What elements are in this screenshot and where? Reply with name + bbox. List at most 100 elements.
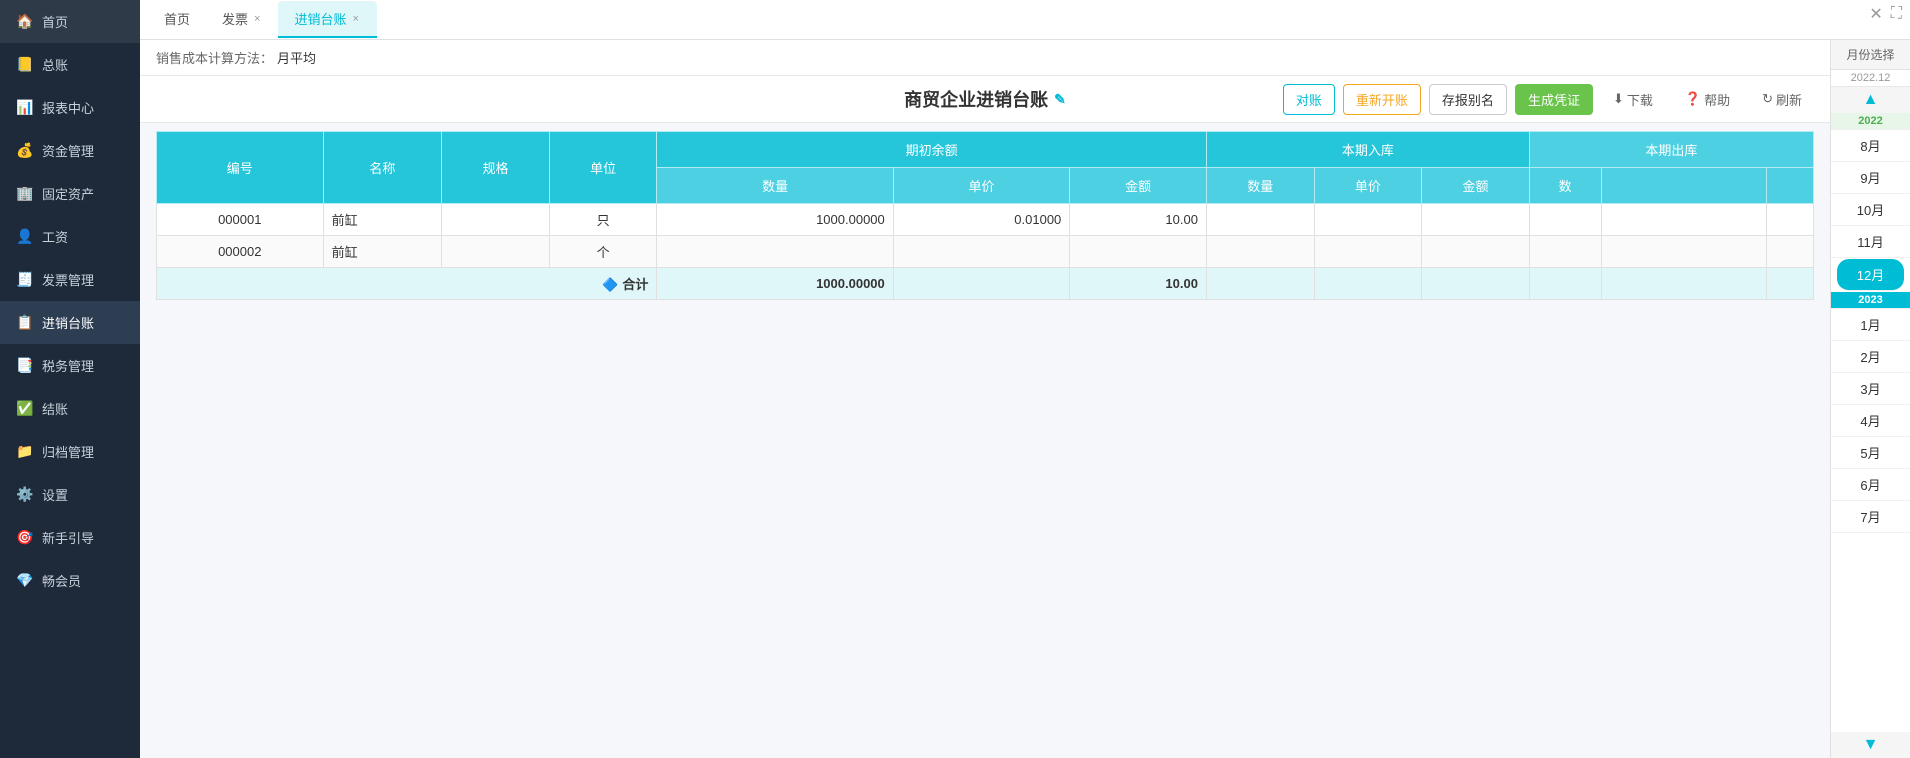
help-label: 帮助 bbox=[1704, 90, 1730, 109]
sidebar-icon-settings: ⚙️ bbox=[16, 486, 34, 503]
reconcile-button[interactable]: 对账 bbox=[1283, 84, 1335, 115]
page: 销售成本计算方法： 月平均 商贸企业进销台账 ✎ 对账 重新开账 存报别名 生成… bbox=[140, 40, 1830, 758]
tab-close-invoice[interactable]: × bbox=[252, 13, 262, 25]
sidebar-label-guide: 新手引导 bbox=[42, 528, 94, 547]
sidebar-item-assets[interactable]: 🏢 固定资产 bbox=[0, 172, 140, 215]
cell-spec bbox=[442, 236, 550, 268]
month-item-2022-9月[interactable]: 9月 bbox=[1831, 162, 1910, 194]
month-item-2023-6月[interactable]: 6月 bbox=[1831, 469, 1910, 501]
toolbar-right: 对账 重新开账 存报别名 生成凭证 ⬇ 下载 ❓ 帮助 ↻ 刷新 bbox=[1283, 84, 1814, 115]
tab-close-purchase_sales[interactable]: × bbox=[350, 13, 360, 25]
sidebar-item-invoice_mgmt[interactable]: 🧾发票管理 bbox=[0, 258, 140, 301]
sidebar-icon-tax: 📑 bbox=[16, 357, 34, 374]
cell-amount-begin bbox=[1070, 236, 1207, 268]
cell-qty-begin bbox=[657, 236, 893, 268]
page-title-area: 商贸企业进销台账 ✎ bbox=[904, 86, 1066, 112]
sidebar-item-purchase_sales[interactable]: 📋进销台账 bbox=[0, 301, 140, 344]
cell-amount-begin: 10.00 bbox=[1070, 204, 1207, 236]
sidebar-item-ledger[interactable]: 📒总账 bbox=[0, 43, 140, 86]
tab-bar: 首页发票×进销台账× bbox=[140, 0, 1910, 40]
total-price-begin bbox=[893, 268, 1070, 300]
sidebar-item-settings[interactable]: ⚙️设置 bbox=[0, 473, 140, 516]
month-scroll-up-button[interactable]: ▲ bbox=[1831, 87, 1910, 113]
cell-name: 前缸 bbox=[323, 204, 442, 236]
total-amount-in bbox=[1422, 268, 1530, 300]
sidebar-icon-funds: 💰 bbox=[16, 142, 34, 159]
table-row: 000001 前缸 只 1000.00000 0.01000 10.00 bbox=[157, 204, 1814, 236]
cell-qty-begin: 1000.00000 bbox=[657, 204, 893, 236]
sub-header-price-in: 单价 bbox=[1314, 168, 1422, 204]
sidebar-item-reports[interactable]: 📊报表中心 bbox=[0, 86, 140, 129]
cell-amount-out bbox=[1767, 204, 1814, 236]
sidebar: 🏠首页📒总账📊报表中心 💰 资金管理 🏢 固定资产 👤工资🧾发票管理📋进销台账 📑 税务管理 ✅… bbox=[0, 0, 140, 758]
month-list: 20228月9月10月11月12月20231月2月3月4月5月6月7月 bbox=[1831, 113, 1910, 732]
sidebar-item-payroll[interactable]: 👤工资 bbox=[0, 215, 140, 258]
tab-label-home: 首页 bbox=[164, 9, 190, 28]
sidebar-item-guide[interactable]: 🎯 新手引导 bbox=[0, 516, 140, 559]
month-item-2022-11月[interactable]: 11月 bbox=[1831, 226, 1910, 258]
sidebar-item-tax[interactable]: 📑 税务管理 bbox=[0, 344, 140, 387]
sidebar-label-assets: 固定资产 bbox=[42, 184, 94, 203]
sidebar-label-ledger: 总账 bbox=[42, 55, 68, 74]
month-item-2023-7月[interactable]: 7月 bbox=[1831, 501, 1910, 533]
sidebar-icon-purchase_sales: 📋 bbox=[16, 314, 34, 331]
sidebar-label-funds: 资金管理 bbox=[42, 141, 94, 160]
edit-title-icon[interactable]: ✎ bbox=[1054, 91, 1066, 108]
cell-amount-out bbox=[1767, 236, 1814, 268]
month-item-2022-12月[interactable]: 12月 bbox=[1837, 259, 1904, 291]
cell-price-begin bbox=[893, 236, 1070, 268]
month-item-2023-3月[interactable]: 3月 bbox=[1831, 373, 1910, 405]
tab-home[interactable]: 首页 bbox=[148, 1, 206, 38]
sidebar-icon-guide: 🎯 bbox=[16, 529, 34, 546]
tab-invoice[interactable]: 发票 × bbox=[206, 1, 278, 38]
month-item-2023-4月[interactable]: 4月 bbox=[1831, 405, 1910, 437]
col-header-unit: 单位 bbox=[549, 132, 657, 204]
sidebar-label-invoice_mgmt: 发票管理 bbox=[42, 270, 94, 289]
sub-header-price-begin: 单价 bbox=[893, 168, 1070, 204]
cell-qty-in bbox=[1206, 236, 1314, 268]
month-item-2023-1月[interactable]: 1月 bbox=[1831, 309, 1910, 341]
month-panel: 月份选择 2022.12 ▲ 20228月9月10月11月12月20231月2月… bbox=[1830, 40, 1910, 758]
generate-voucher-button[interactable]: 生成凭证 bbox=[1515, 84, 1593, 115]
month-item-2023-2月[interactable]: 2月 bbox=[1831, 341, 1910, 373]
sidebar-icon-payroll: 👤 bbox=[16, 228, 34, 245]
sub-header-amount-begin: 金额 bbox=[1070, 168, 1207, 204]
sidebar-item-funds[interactable]: 💰 资金管理 bbox=[0, 129, 140, 172]
current-year-display: 2022.12 bbox=[1831, 70, 1910, 87]
sidebar-item-checkout[interactable]: ✅结账 bbox=[0, 387, 140, 430]
sub-header-qty-out: 数 bbox=[1529, 168, 1601, 204]
month-item-2022-10月[interactable]: 10月 bbox=[1831, 194, 1910, 226]
download-button[interactable]: ⬇ 下载 bbox=[1601, 85, 1665, 114]
cell-price-out bbox=[1601, 236, 1766, 268]
col-header-period-in: 本期入库 bbox=[1206, 132, 1529, 168]
sidebar-label-tax: 税务管理 bbox=[42, 356, 94, 375]
refresh-button[interactable]: ↻ 刷新 bbox=[1750, 85, 1814, 114]
sidebar-label-reports: 报表中心 bbox=[42, 98, 94, 117]
cell-price-out bbox=[1601, 204, 1766, 236]
sidebar-label-home: 首页 bbox=[42, 12, 68, 31]
month-item-2023-5月[interactable]: 5月 bbox=[1831, 437, 1910, 469]
close-window-button[interactable]: ✕ bbox=[1869, 4, 1882, 24]
sidebar-label-vip: 畅会员 bbox=[42, 571, 81, 590]
sidebar-item-home[interactable]: 🏠首页 bbox=[0, 0, 140, 43]
cell-spec bbox=[442, 204, 550, 236]
tab-purchase_sales[interactable]: 进销台账× bbox=[278, 1, 376, 38]
sub-header-price-out bbox=[1601, 168, 1766, 204]
sidebar-icon-assets: 🏢 bbox=[16, 185, 34, 202]
reopen-button[interactable]: 重新开账 bbox=[1343, 84, 1421, 115]
save-alias-button[interactable]: 存报别名 bbox=[1429, 84, 1507, 115]
sidebar-label-checkout: 结账 bbox=[42, 399, 68, 418]
maximize-window-button[interactable]: ⛶ bbox=[1891, 5, 1902, 23]
col-header-period-out: 本期出库 bbox=[1529, 132, 1813, 168]
sidebar-item-vip[interactable]: 💎畅会员 bbox=[0, 559, 140, 602]
sidebar-item-archive[interactable]: 📁归档管理 bbox=[0, 430, 140, 473]
help-button[interactable]: ❓ 帮助 bbox=[1673, 85, 1742, 114]
tab-label-invoice: 发票 bbox=[222, 9, 248, 28]
month-item-2022-8月[interactable]: 8月 bbox=[1831, 130, 1910, 162]
col-header-begin-balance: 期初余额 bbox=[657, 132, 1207, 168]
month-panel-title: 月份选择 bbox=[1831, 40, 1910, 70]
main-table: 编号 名称 规格 单位 期初余额 本期入库 本期出库 数量 单价 金额 bbox=[156, 131, 1814, 300]
sidebar-label-archive: 归档管理 bbox=[42, 442, 94, 461]
month-scroll-down-button[interactable]: ▼ bbox=[1831, 732, 1910, 758]
col-header-id: 编号 bbox=[157, 132, 324, 204]
